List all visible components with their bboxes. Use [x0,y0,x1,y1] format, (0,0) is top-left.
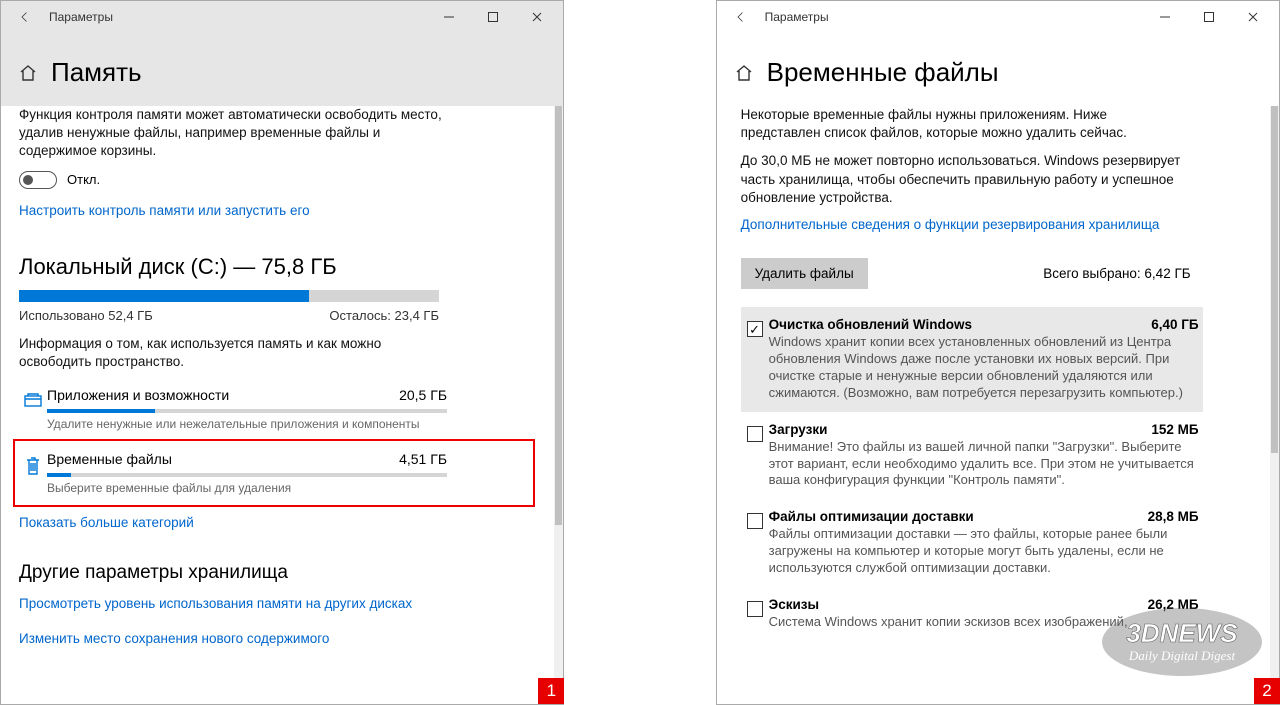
total-selected-label: Всего выбрано: 6,42 ГБ [1043,266,1190,281]
page-header: Временные файлы [717,33,1279,106]
apps-icon [19,387,47,411]
usage-info: Информация о том, как используется памят… [19,335,439,371]
scrollbar[interactable] [1270,106,1279,704]
checkbox[interactable] [747,513,763,529]
content-area: Функция контроля памяти может автоматиче… [1,106,563,704]
category-sub: Выберите временные файлы для удаления [47,481,527,495]
window-title: Параметры [765,10,1143,24]
titlebar: Параметры [717,1,1279,33]
show-more-link[interactable]: Показать больше категорий [19,515,194,530]
category-size: 4,51 ГБ [399,451,447,467]
page-title: Память [51,57,142,88]
item-title: Файлы оптимизации доставки [769,509,974,524]
intro-text-2: До 30,0 МБ не может повторно использоват… [741,152,1181,207]
other-disks-link[interactable]: Просмотреть уровень использования памяти… [19,596,412,611]
temp-item-delivery-optimization[interactable]: Файлы оптимизации доставки 28,8 МБ Файлы… [741,499,1203,587]
category-apps[interactable]: Приложения и возможности 20,5 ГБ Удалите… [19,381,545,439]
step-marker-2: 2 [1254,678,1280,704]
svg-text:Daily Digital Digest: Daily Digital Digest [1128,648,1236,663]
disk-heading: Локальный диск (C:) — 75,8 ГБ [19,254,545,280]
free-label: Осталось: 23,4 ГБ [329,308,439,323]
item-size: 6,40 ГБ [1151,317,1198,332]
window-title: Параметры [49,10,427,24]
category-temp-files[interactable]: Временные файлы 4,51 ГБ Выберите временн… [13,439,535,507]
page-title: Временные файлы [767,57,999,88]
item-desc: Внимание! Это файлы из вашей личной папк… [769,439,1199,490]
home-icon[interactable] [733,63,755,83]
temp-item-thumbnails[interactable]: Эскизы 26,2 МБ Система Windows хранит ко… [741,587,1203,641]
intro-text-1: Некоторые временные файлы нужны приложен… [741,106,1181,142]
item-desc: Система Windows хранит копии эскизов все… [769,614,1199,631]
reserve-info-link[interactable]: Дополнительные сведения о функции резерв… [741,217,1160,232]
minimize-button[interactable] [1143,2,1187,32]
sense-toggle[interactable] [19,171,57,189]
category-size: 20,5 ГБ [399,387,447,403]
other-storage-heading: Другие параметры хранилища [19,562,545,584]
titlebar: Параметры [1,1,563,33]
settings-window-memory: Параметры Память Функция контроля памяти… [0,0,564,705]
category-sub: Удалите ненужные или нежелательные прило… [47,417,545,431]
category-name: Временные файлы [47,451,172,467]
item-desc: Файлы оптимизации доставки — это файлы, … [769,526,1199,577]
item-size: 152 МБ [1151,422,1198,437]
checkbox[interactable] [747,601,763,617]
toggle-label: Откл. [67,172,100,187]
trash-icon [19,451,47,477]
used-label: Использовано 52,4 ГБ [19,308,153,323]
category-name: Приложения и возможности [47,387,229,403]
delete-files-button[interactable]: Удалить файлы [741,258,868,289]
disk-usage-bar [19,290,439,302]
temp-item-windows-update-cleanup[interactable]: Очистка обновлений Windows 6,40 ГБ Windo… [741,307,1203,412]
item-size: 26,2 МБ [1148,597,1199,612]
item-title: Очистка обновлений Windows [769,317,972,332]
home-icon[interactable] [17,63,39,83]
configure-sense-link[interactable]: Настроить контроль памяти или запустить … [19,203,310,218]
checkbox[interactable] [747,426,763,442]
temp-item-downloads[interactable]: Загрузки 152 МБ Внимание! Это файлы из в… [741,412,1203,500]
change-save-location-link[interactable]: Изменить место сохранения нового содержи… [19,631,329,646]
page-header: Память [1,33,563,106]
close-button[interactable] [1231,2,1275,32]
content-area: Некоторые временные файлы нужны приложен… [717,106,1279,704]
checkbox[interactable] [747,321,763,337]
item-desc: Windows хранит копии всех установленных … [769,334,1199,402]
settings-window-temp-files: Параметры Временные файлы Некоторые врем… [716,0,1280,705]
intro-text: Функция контроля памяти может автоматиче… [19,106,449,161]
maximize-button[interactable] [471,2,515,32]
scrollbar[interactable] [554,106,563,704]
item-title: Загрузки [769,422,828,437]
maximize-button[interactable] [1187,2,1231,32]
close-button[interactable] [515,2,559,32]
item-title: Эскизы [769,597,819,612]
back-button[interactable] [725,1,757,33]
item-size: 28,8 МБ [1148,509,1199,524]
step-marker-1: 1 [538,678,564,704]
back-button[interactable] [9,1,41,33]
minimize-button[interactable] [427,2,471,32]
